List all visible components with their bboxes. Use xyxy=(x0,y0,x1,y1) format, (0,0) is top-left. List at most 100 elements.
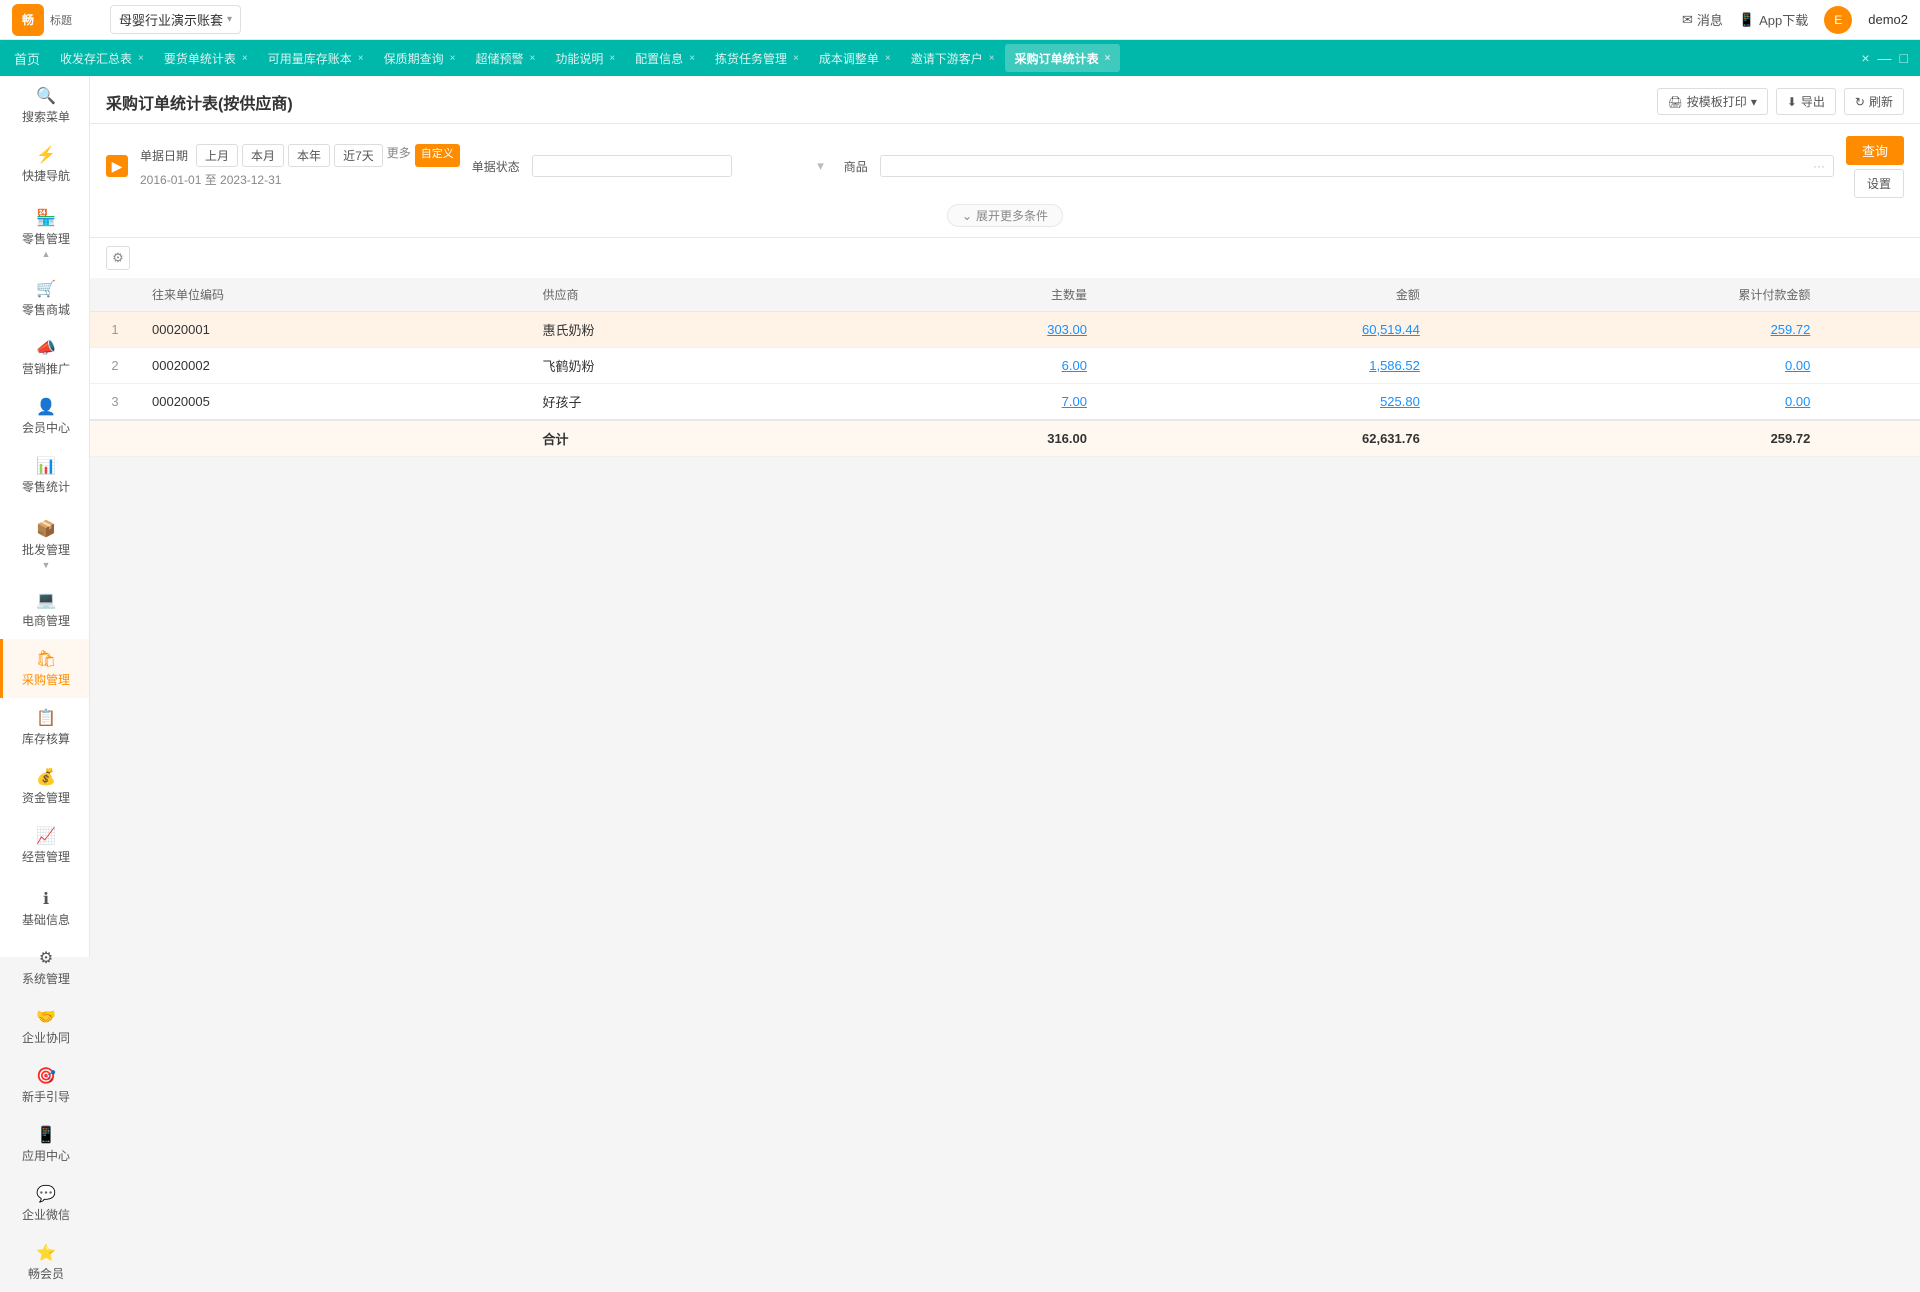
row-3-main-qty[interactable]: 7.00 xyxy=(840,384,1099,421)
app-download-button[interactable]: 📱 App下载 xyxy=(1739,10,1808,29)
sidebar-item-retail-stats[interactable]: 📊 零售统计 xyxy=(0,446,89,505)
close-icon[interactable]: × xyxy=(609,53,615,64)
row-1-extra xyxy=(1822,312,1920,348)
expand-down-icon: ⌄ xyxy=(962,209,972,223)
wechat-icon: 💬 xyxy=(36,1184,56,1204)
nav-tabs: 首页 收发存汇总表 × 要货单统计表 × 可用量库存账本 × 保质期查询 × 超… xyxy=(0,40,1920,76)
marketing-icon: 📣 xyxy=(36,338,56,358)
logo-area: 畅 标题 xyxy=(12,4,102,36)
close-icon[interactable]: × xyxy=(450,53,456,64)
tab-home[interactable]: 首页 xyxy=(4,44,50,72)
tab-invite-downstream[interactable]: 邀请下游客户 × xyxy=(901,44,1005,72)
sidebar-item-marketing[interactable]: 📣 营销推广 xyxy=(0,328,89,387)
date-btn-last-month[interactable]: 上月 xyxy=(196,144,238,167)
main-content: 采购订单统计表(按供应商) 🖨 按模板打印 ▾ ⬇ 导出 ↻ 刷新 xyxy=(90,76,1920,957)
query-button[interactable]: 查询 xyxy=(1846,136,1904,165)
sidebar-item-ecommerce[interactable]: 💻 电商管理 xyxy=(0,580,89,639)
sidebar-item-retail-mall[interactable]: 🛒 零售商城 xyxy=(0,269,89,328)
sidebar-item-member[interactable]: 👤 会员中心 xyxy=(0,387,89,446)
logo-icon: 畅 xyxy=(12,4,44,36)
expand-more-button[interactable]: ⌄ 展开更多条件 xyxy=(947,204,1063,227)
finance-icon: 💰 xyxy=(36,767,56,787)
date-more-label[interactable]: 更多 xyxy=(387,144,411,167)
row-2-amount[interactable]: 1,586.52 xyxy=(1099,348,1432,384)
expand-arrow-icon: ▲ xyxy=(42,249,51,259)
close-icon[interactable]: × xyxy=(138,53,144,64)
sidebar-item-basic-info[interactable]: ℹ 基础信息 xyxy=(0,879,89,938)
nav-minimize-button[interactable]: — xyxy=(1878,50,1892,66)
row-3-supplier: 好孩子 xyxy=(531,384,840,421)
filter-toggle-button[interactable]: ▶ xyxy=(106,155,128,177)
close-icon[interactable]: × xyxy=(689,53,695,64)
row-1-amount[interactable]: 60,519.44 xyxy=(1099,312,1432,348)
row-1-paid-amount[interactable]: 259.72 xyxy=(1432,312,1823,348)
close-icon[interactable]: × xyxy=(358,53,364,64)
print-button[interactable]: 🖨 按模板打印 ▾ xyxy=(1657,88,1768,115)
sidebar-item-quick-nav[interactable]: ⚡ 快捷导航 xyxy=(0,135,89,194)
table-toolbar: ⚙ xyxy=(90,238,1920,278)
close-icon[interactable]: × xyxy=(793,53,799,64)
row-3-amount[interactable]: 525.80 xyxy=(1099,384,1432,421)
close-icon[interactable]: × xyxy=(1105,53,1111,64)
table-container: ⚙ 往来单位编码 供应商 主数量 金额 累计付款金额 1 xyxy=(90,238,1920,457)
sidebar-item-wechat[interactable]: 💬 企业微信 xyxy=(0,1174,89,1233)
tab-function-desc[interactable]: 功能说明 × xyxy=(545,44,625,72)
filter-settings-button[interactable]: 设置 xyxy=(1854,169,1904,198)
row-3-extra xyxy=(1822,384,1920,421)
sidebar-item-app-center[interactable]: 📱 应用中心 xyxy=(0,1115,89,1174)
top-bar-right: ✉ 消息 📱 App下载 E demo2 xyxy=(1682,6,1908,34)
sidebar-item-newbie[interactable]: 🎯 新手引导 xyxy=(0,1056,89,1115)
row-2-paid-amount[interactable]: 0.00 xyxy=(1432,348,1823,384)
filter-expand-row: ⌄ 展开更多条件 xyxy=(106,198,1904,227)
tab-expiry-query[interactable]: 保质期查询 × xyxy=(374,44,466,72)
row-3-unit-code: 00020005 xyxy=(140,384,531,421)
tab-purchase-summary[interactable]: 采购订单统计表 × xyxy=(1005,44,1121,72)
nav-expand-button[interactable]: □ xyxy=(1900,50,1908,66)
refresh-button[interactable]: ↻ 刷新 xyxy=(1844,88,1904,115)
tab-overstock-warning[interactable]: 超储预警 × xyxy=(465,44,545,72)
logo-text: 标题 xyxy=(50,12,72,28)
sidebar-item-inventory[interactable]: 📋 库存核算 xyxy=(0,698,89,757)
row-2-extra xyxy=(1822,348,1920,384)
quick-nav-icon: ⚡ xyxy=(36,145,56,165)
close-icon[interactable]: × xyxy=(242,53,248,64)
date-btn-this-month[interactable]: 本月 xyxy=(242,144,284,167)
sidebar-item-membership[interactable]: ⭐ 畅会员 xyxy=(0,1233,89,1292)
sidebar-item-enterprise[interactable]: 🤝 企业协同 xyxy=(0,997,89,1056)
company-selector[interactable]: 母婴行业演示账套 ▾ xyxy=(110,5,241,34)
tab-config-info[interactable]: 配置信息 × xyxy=(625,44,705,72)
status-select[interactable] xyxy=(532,155,732,177)
row-1-main-qty[interactable]: 303.00 xyxy=(840,312,1099,348)
tab-pick-task[interactable]: 拣货任务管理 × xyxy=(705,44,809,72)
footer-main-qty: 316.00 xyxy=(840,420,1099,457)
sidebar-item-purchase[interactable]: 🛍 采购管理 xyxy=(0,639,89,698)
tab-receive-summary[interactable]: 收发存汇总表 × xyxy=(50,44,154,72)
date-btn-this-year[interactable]: 本年 xyxy=(288,144,330,167)
tab-available-stock[interactable]: 可用量库存账本 × xyxy=(258,44,374,72)
row-2-main-qty[interactable]: 6.00 xyxy=(840,348,1099,384)
goods-input[interactable] xyxy=(889,159,1813,173)
sidebar-item-wholesale[interactable]: 📦 批发管理 ▼ xyxy=(0,509,89,580)
retail-icon: 🏪 xyxy=(36,208,56,228)
main-layout: 🔍 搜索菜单 ⚡ 快捷导航 🏪 零售管理 ▲ 🛒 零售商城 📣 营销推广 👤 会… xyxy=(0,76,1920,957)
close-icon[interactable]: × xyxy=(529,53,535,64)
sidebar-item-finance[interactable]: 💰 资金管理 xyxy=(0,757,89,816)
col-amount: 金额 xyxy=(1099,278,1432,312)
nav-close-button[interactable]: × xyxy=(1861,50,1869,66)
user-name[interactable]: demo2 xyxy=(1868,12,1908,27)
close-icon[interactable]: × xyxy=(989,53,995,64)
message-button[interactable]: ✉ 消息 xyxy=(1682,10,1723,29)
tab-order-summary[interactable]: 要货单统计表 × xyxy=(154,44,258,72)
membership-icon: ⭐ xyxy=(36,1243,56,1263)
tab-cost-adjust[interactable]: 成本调整单 × xyxy=(809,44,901,72)
table-settings-button[interactable]: ⚙ xyxy=(106,246,130,270)
sidebar-item-search[interactable]: 🔍 搜索菜单 xyxy=(0,76,89,135)
sidebar-item-retail[interactable]: 🏪 零售管理 ▲ xyxy=(0,198,89,269)
row-3-paid-amount[interactable]: 0.00 xyxy=(1432,384,1823,421)
more-icon[interactable]: ··· xyxy=(1813,159,1825,173)
sidebar-item-system[interactable]: ⚙ 系统管理 xyxy=(0,938,89,997)
date-btn-last-7[interactable]: 近7天 xyxy=(334,144,383,167)
sidebar-item-operations[interactable]: 📈 经营管理 xyxy=(0,816,89,875)
close-icon[interactable]: × xyxy=(885,53,891,64)
export-button[interactable]: ⬇ 导出 xyxy=(1776,88,1836,115)
